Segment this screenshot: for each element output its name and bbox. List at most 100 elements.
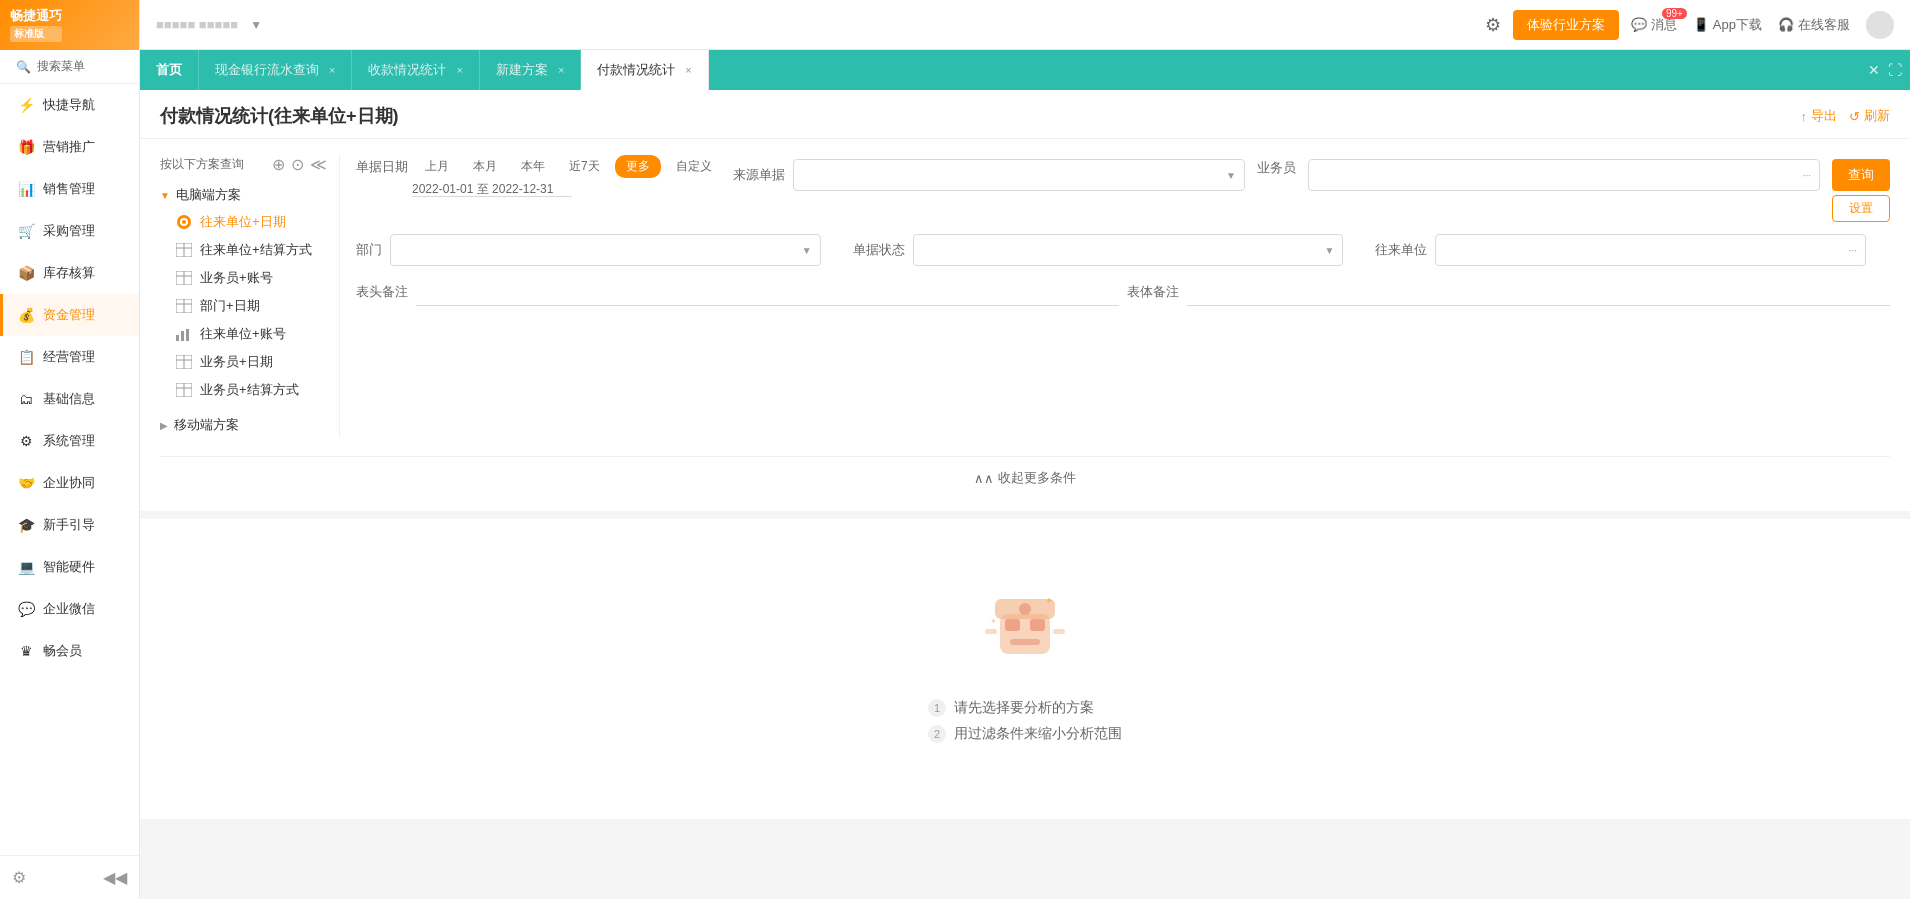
marketing-icon: 🎁 bbox=[17, 138, 35, 156]
tab-new-scheme[interactable]: 新建方案 × bbox=[480, 50, 581, 90]
add-scheme-btn[interactable]: ⊕ bbox=[272, 155, 285, 174]
dept-select[interactable]: ▼ bbox=[390, 234, 821, 266]
tab-payment-stats[interactable]: 付款情况统计 × bbox=[581, 50, 708, 90]
svg-point-26 bbox=[1019, 603, 1031, 615]
sidebar-item-sales[interactable]: 📊 销售管理 bbox=[0, 168, 139, 210]
sidebar-item-vip[interactable]: ♛ 畅会员 bbox=[0, 630, 139, 672]
tabs-close-all-icon[interactable]: ✕ bbox=[1868, 62, 1880, 78]
date-btn-this-year[interactable]: 本年 bbox=[512, 155, 554, 178]
date-range-input[interactable] bbox=[412, 182, 572, 197]
collapse-schemes-btn[interactable]: ≪ bbox=[310, 155, 327, 174]
export-btn[interactable]: ↑ 导出 bbox=[1801, 107, 1838, 125]
schemes-header: 按以下方案查询 ⊕ ⊙ ≪ bbox=[160, 155, 327, 174]
inventory-label: 库存核算 bbox=[43, 264, 95, 282]
scheme-item-staff-date[interactable]: 业务员+日期 bbox=[160, 348, 327, 376]
sidebar-item-inventory[interactable]: 📦 库存核算 bbox=[0, 252, 139, 294]
tab-bank-flow-close[interactable]: × bbox=[329, 64, 335, 76]
tab-new-scheme-close[interactable]: × bbox=[558, 64, 564, 76]
app-download-btn[interactable]: 📱 App下载 bbox=[1693, 16, 1762, 34]
tip-text-1: 请先选择要分析的方案 bbox=[954, 699, 1094, 717]
sidebar-item-operation[interactable]: 📋 经营管理 bbox=[0, 336, 139, 378]
voucher-status-select[interactable]: ▼ bbox=[913, 234, 1344, 266]
scheme-table-icon-4 bbox=[176, 354, 192, 370]
user-avatar[interactable] bbox=[1866, 11, 1894, 39]
sidebar-item-weixin[interactable]: 💬 企业微信 bbox=[0, 588, 139, 630]
scheme-item-unit-date[interactable]: 往来单位+日期 bbox=[160, 208, 327, 236]
svg-rect-13 bbox=[181, 331, 184, 341]
sidebar-item-quicknav[interactable]: ⚡ 快捷导航 bbox=[0, 84, 139, 126]
guide-label: 新手引导 bbox=[43, 516, 95, 534]
topbar-dropdown-icon[interactable]: ▼ bbox=[250, 18, 262, 32]
sidebar-item-marketing[interactable]: 🎁 营销推广 bbox=[0, 126, 139, 168]
tab-bank-flow-label: 现金银行流水查询 bbox=[215, 61, 319, 79]
hardware-icon: 💻 bbox=[17, 558, 35, 576]
dept-label: 部门 bbox=[356, 241, 382, 259]
notifications-btn[interactable]: 💬 消息 99+ bbox=[1631, 16, 1677, 34]
mobile-category[interactable]: ▶ 移动端方案 bbox=[160, 412, 327, 438]
tabs-maximize-icon[interactable]: ⛶ bbox=[1888, 62, 1902, 78]
date-label: 单据日期 bbox=[356, 158, 408, 176]
sidebar-item-purchase[interactable]: 🛒 采购管理 bbox=[0, 210, 139, 252]
tip-num-1: 1 bbox=[928, 699, 946, 717]
scheme-staff-date-label: 业务员+日期 bbox=[200, 353, 273, 371]
tab-home-label: 首页 bbox=[156, 61, 182, 79]
sidebar-item-enterprise[interactable]: 🤝 企业协同 bbox=[0, 462, 139, 504]
partner-label: 往来单位 bbox=[1375, 241, 1427, 259]
tab-collection-close[interactable]: × bbox=[456, 64, 462, 76]
settings-scheme-btn[interactable]: ⊙ bbox=[291, 155, 304, 174]
empty-tip-2: 2 用过滤条件来缩小分析范围 bbox=[928, 725, 1122, 743]
filter-settings-btn[interactable]: 设置 bbox=[1832, 195, 1890, 222]
sidebar-item-hardware[interactable]: 💻 智能硬件 bbox=[0, 546, 139, 588]
partner-select[interactable]: ··· bbox=[1435, 234, 1866, 266]
scheme-bar-icon bbox=[176, 326, 192, 342]
sidebar-item-basic[interactable]: 🗂 基础信息 bbox=[0, 378, 139, 420]
date-btn-7days[interactable]: 近7天 bbox=[560, 155, 609, 178]
table-header-note-input[interactable] bbox=[416, 278, 1119, 306]
guide-icon: 🎓 bbox=[17, 516, 35, 534]
purchase-icon: 🛒 bbox=[17, 222, 35, 240]
date-btn-this-month[interactable]: 本月 bbox=[464, 155, 506, 178]
sales-label: 销售管理 bbox=[43, 180, 95, 198]
date-btn-last-month[interactable]: 上月 bbox=[416, 155, 458, 178]
marketing-label: 营销推广 bbox=[43, 138, 95, 156]
sidebar-item-finance[interactable]: 💰 资金管理 bbox=[0, 294, 139, 336]
scheme-item-unit-account[interactable]: 往来单位+账号 bbox=[160, 320, 327, 348]
online-service-btn[interactable]: 🎧 在线客服 bbox=[1778, 16, 1850, 34]
staff-select[interactable]: ··· bbox=[1308, 159, 1820, 191]
tab-bank-flow[interactable]: 现金银行流水查询 × bbox=[199, 50, 352, 90]
scheme-item-unit-payment[interactable]: 往来单位+结算方式 bbox=[160, 236, 327, 264]
settings-bottom-icon[interactable]: ⚙ bbox=[8, 864, 30, 891]
collapse-btn[interactable]: ∧∧ 收起更多条件 bbox=[160, 461, 1890, 495]
tab-payment-close[interactable]: × bbox=[685, 64, 691, 76]
scheme-item-staff-account[interactable]: 业务员+账号 bbox=[160, 264, 327, 292]
page-title: 付款情况统计(往来单位+日期) bbox=[160, 104, 399, 128]
scheme-unit-date-label: 往来单位+日期 bbox=[200, 213, 286, 231]
scheme-item-staff-payment[interactable]: 业务员+结算方式 bbox=[160, 376, 327, 404]
sidebar-item-system[interactable]: ⚙ 系统管理 bbox=[0, 420, 139, 462]
source-select[interactable]: ▼ bbox=[793, 159, 1245, 191]
filter-panel: 按以下方案查询 ⊕ ⊙ ≪ ▼ 电脑端方案 bbox=[140, 139, 1910, 511]
sidebar-item-guide[interactable]: 🎓 新手引导 bbox=[0, 504, 139, 546]
query-btn[interactable]: 查询 bbox=[1832, 159, 1890, 191]
schemes-header-label: 按以下方案查询 bbox=[160, 156, 244, 173]
schemes-panel: 按以下方案查询 ⊕ ⊙ ≪ ▼ 电脑端方案 bbox=[160, 155, 340, 438]
topbar: ■■■■■ ■■■■■ ▼ ⚙ 体验行业方案 💬 消息 99+ 📱 App下载 … bbox=[140, 0, 1910, 50]
collapse-sidebar-icon[interactable]: ◀◀ bbox=[99, 864, 131, 891]
tab-home[interactable]: 首页 bbox=[140, 50, 199, 90]
scheme-circle-icon bbox=[176, 214, 192, 230]
scheme-item-dept-date[interactable]: 部门+日期 bbox=[160, 292, 327, 320]
system-label: 系统管理 bbox=[43, 432, 95, 450]
finance-label: 资金管理 bbox=[43, 306, 95, 324]
table-body-note-input[interactable] bbox=[1187, 278, 1890, 306]
sidebar: 畅捷通巧 标准版 🔍 搜索菜单 ⚡ 快捷导航 🎁 营销推广 📊 销售管理 🛒 采… bbox=[0, 0, 140, 899]
sidebar-search[interactable]: 🔍 搜索菜单 bbox=[0, 50, 139, 84]
quicknav-label: 快捷导航 bbox=[43, 96, 95, 114]
refresh-btn[interactable]: ↺ 刷新 bbox=[1849, 107, 1890, 125]
tab-collection-stats[interactable]: 收款情况统计 × bbox=[352, 50, 479, 90]
topbar-settings-icon[interactable]: ⚙ bbox=[1485, 14, 1501, 36]
weixin-icon: 💬 bbox=[17, 600, 35, 618]
desktop-category[interactable]: ▼ 电脑端方案 bbox=[160, 182, 327, 208]
date-btn-more[interactable]: 更多 bbox=[615, 155, 661, 178]
trial-btn[interactable]: 体验行业方案 bbox=[1513, 10, 1619, 40]
date-btn-custom[interactable]: 自定义 bbox=[667, 155, 721, 178]
